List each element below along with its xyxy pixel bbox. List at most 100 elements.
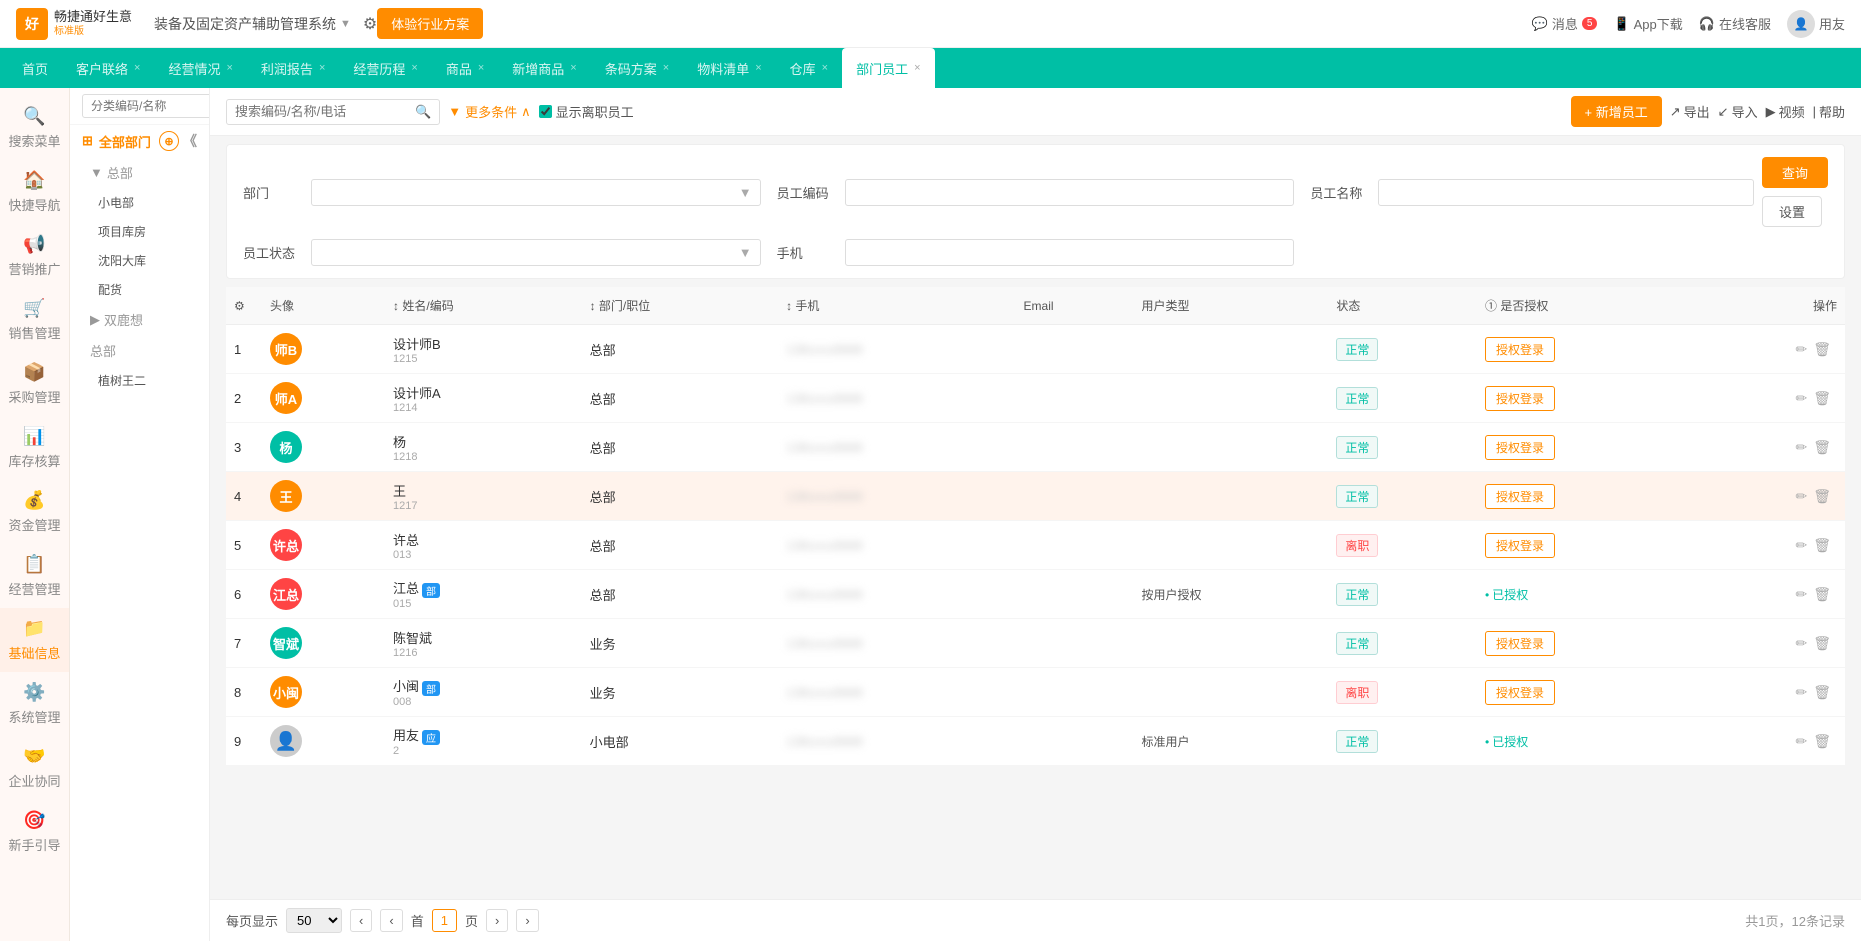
close-icon[interactable]: × (411, 62, 417, 74)
first-page-button[interactable]: ‹ (350, 909, 372, 932)
next-page-button[interactable]: › (486, 909, 508, 932)
sidebar-item-finance[interactable]: 💰 资金管理 (0, 480, 69, 544)
col-phone[interactable]: ↕ 手机 (778, 287, 1015, 325)
tab-warehouse[interactable]: 仓库× (776, 48, 842, 88)
add-dept-icon[interactable]: ⊕ (159, 131, 179, 151)
query-button[interactable]: 查询 (1762, 157, 1828, 188)
dept-sub-shenyang[interactable]: 沈阳大库 (78, 246, 209, 275)
sidebar-item-guide[interactable]: 🎯 新手引导 (0, 800, 69, 864)
dept-select[interactable]: ▼ (311, 179, 761, 206)
dept-search-input[interactable] (82, 94, 210, 118)
dept-sub-zhishu[interactable]: 植树王二 (78, 366, 209, 395)
edit-button[interactable]: ✏ (1795, 586, 1807, 602)
edit-button[interactable]: ✏ (1795, 488, 1807, 504)
collapse-icon[interactable]: 《 (183, 131, 197, 151)
gear-icon[interactable]: ⚙ (363, 14, 377, 34)
message-button[interactable]: 💬 消息 5 (1532, 14, 1598, 33)
sidebar-item-business[interactable]: 📋 经营管理 (0, 544, 69, 608)
edit-button[interactable]: ✏ (1795, 390, 1807, 406)
delete-button[interactable]: 🗑 (1813, 488, 1831, 504)
edit-button[interactable]: ✏ (1795, 537, 1807, 553)
close-icon[interactable]: × (319, 62, 325, 74)
tab-profit[interactable]: 利润报告× (247, 48, 339, 88)
sidebar-item-sales[interactable]: 🛒 销售管理 (0, 288, 69, 352)
dept-sub-xiangmu[interactable]: 项目库房 (78, 217, 209, 246)
auth-login-button[interactable]: 授权登录 (1485, 386, 1555, 411)
tab-barcode[interactable]: 条码方案× (591, 48, 683, 88)
app-download-button[interactable]: 📱 App下载 (1613, 14, 1682, 33)
show-resigned-toggle[interactable]: 显示离职员工 (539, 102, 634, 121)
close-icon[interactable]: × (755, 62, 761, 74)
auth-login-button[interactable]: 授权登录 (1485, 631, 1555, 656)
tab-home[interactable]: 首页 (8, 48, 62, 88)
delete-button[interactable]: 🗑 (1813, 586, 1831, 602)
auth-login-button[interactable]: 授权登录 (1485, 484, 1555, 509)
last-page-button[interactable]: › (516, 909, 538, 932)
add-employee-button[interactable]: + 新增员工 (1571, 96, 1662, 127)
auth-login-button[interactable]: 授权登录 (1485, 533, 1555, 558)
status-select[interactable]: ▼ (311, 239, 761, 266)
close-icon[interactable]: × (663, 62, 669, 74)
user-menu[interactable]: 👤 用友 (1787, 10, 1845, 38)
reset-button[interactable]: 设置 (1762, 196, 1822, 227)
delete-button[interactable]: 🗑 (1813, 635, 1831, 651)
delete-button[interactable]: 🗑 (1813, 537, 1831, 553)
close-icon[interactable]: × (478, 62, 484, 74)
all-dept-header[interactable]: ⊞ 全部部门 ⊕ 《 (70, 125, 209, 157)
sidebar-item-search[interactable]: 🔍 搜索菜单 (0, 96, 69, 160)
tab-operation[interactable]: 经营情况× (154, 48, 246, 88)
col-name[interactable]: ↕ 姓名/编码 (385, 287, 582, 325)
edit-button[interactable]: ✏ (1795, 684, 1807, 700)
sidebar-item-inventory[interactable]: 📊 库存核算 (0, 416, 69, 480)
help-button[interactable]: | 帮助 (1813, 102, 1845, 121)
close-icon-active[interactable]: × (914, 62, 920, 74)
tab-history[interactable]: 经营历程× (339, 48, 431, 88)
tab-goods[interactable]: 商品× (432, 48, 498, 88)
tab-bom[interactable]: 物料清单× (683, 48, 775, 88)
dept-sub-peihuo[interactable]: 配货 (78, 275, 209, 304)
sidebar-item-nav[interactable]: 🏠 快捷导航 (0, 160, 69, 224)
tab-new-goods[interactable]: 新增商品× (498, 48, 590, 88)
close-icon[interactable]: × (134, 62, 140, 74)
edit-button[interactable]: ✏ (1795, 439, 1807, 455)
emp-name-input[interactable] (1378, 179, 1754, 206)
view-button[interactable]: ▶ 视频 (1766, 102, 1805, 121)
delete-button[interactable]: 🗑 (1813, 341, 1831, 357)
auth-login-button[interactable]: 授权登录 (1485, 435, 1555, 460)
search-input[interactable] (235, 104, 415, 119)
import-button[interactable]: ↙ 导入 (1718, 102, 1758, 121)
col-settings[interactable]: ⚙ (226, 287, 262, 325)
edit-button[interactable]: ✏ (1795, 733, 1807, 749)
close-icon[interactable]: × (226, 62, 232, 74)
show-resigned-checkbox[interactable] (539, 105, 552, 118)
trial-button[interactable]: 体验行业方案 (377, 8, 483, 39)
online-service-button[interactable]: 🎧 在线客服 (1699, 14, 1771, 33)
sidebar-item-purchase[interactable]: 📦 采购管理 (0, 352, 69, 416)
search-icon[interactable]: 🔍 (415, 104, 431, 120)
edit-button[interactable]: ✏ (1795, 635, 1807, 651)
delete-button[interactable]: 🗑 (1813, 684, 1831, 700)
delete-button[interactable]: 🗑 (1813, 439, 1831, 455)
tab-employees[interactable]: 部门员工× (842, 48, 934, 88)
close-icon[interactable]: × (822, 62, 828, 74)
auth-login-button[interactable]: 授权登录 (1485, 680, 1555, 705)
delete-button[interactable]: 🗑 (1813, 390, 1831, 406)
col-dept[interactable]: ↕ 部门/职位 (582, 287, 779, 325)
current-page-button[interactable]: 1 (432, 909, 457, 932)
per-page-select[interactable]: 50 20 100 (286, 908, 342, 933)
prev-page-button[interactable]: ‹ (380, 909, 402, 932)
sidebar-item-collab[interactable]: 🤝 企业协同 (0, 736, 69, 800)
auth-login-button[interactable]: 授权登录 (1485, 337, 1555, 362)
export-button[interactable]: ↗ 导出 (1670, 102, 1710, 121)
emp-code-input[interactable] (845, 179, 1295, 206)
sidebar-item-system[interactable]: ⚙️ 系统管理 (0, 672, 69, 736)
delete-button[interactable]: 🗑 (1813, 733, 1831, 749)
dropdown-arrow-icon[interactable]: ▼ (340, 18, 351, 30)
close-icon[interactable]: × (570, 62, 576, 74)
dept-sub-xiaodibu[interactable]: 小电部 (78, 188, 209, 217)
sidebar-item-basic[interactable]: 📁 基础信息 (0, 608, 69, 672)
more-filter-button[interactable]: ▼ 更多条件 ∧ (448, 102, 530, 121)
tab-customer[interactable]: 客户联络× (62, 48, 154, 88)
edit-button[interactable]: ✏ (1795, 341, 1807, 357)
sidebar-item-marketing[interactable]: 📢 营销推广 (0, 224, 69, 288)
